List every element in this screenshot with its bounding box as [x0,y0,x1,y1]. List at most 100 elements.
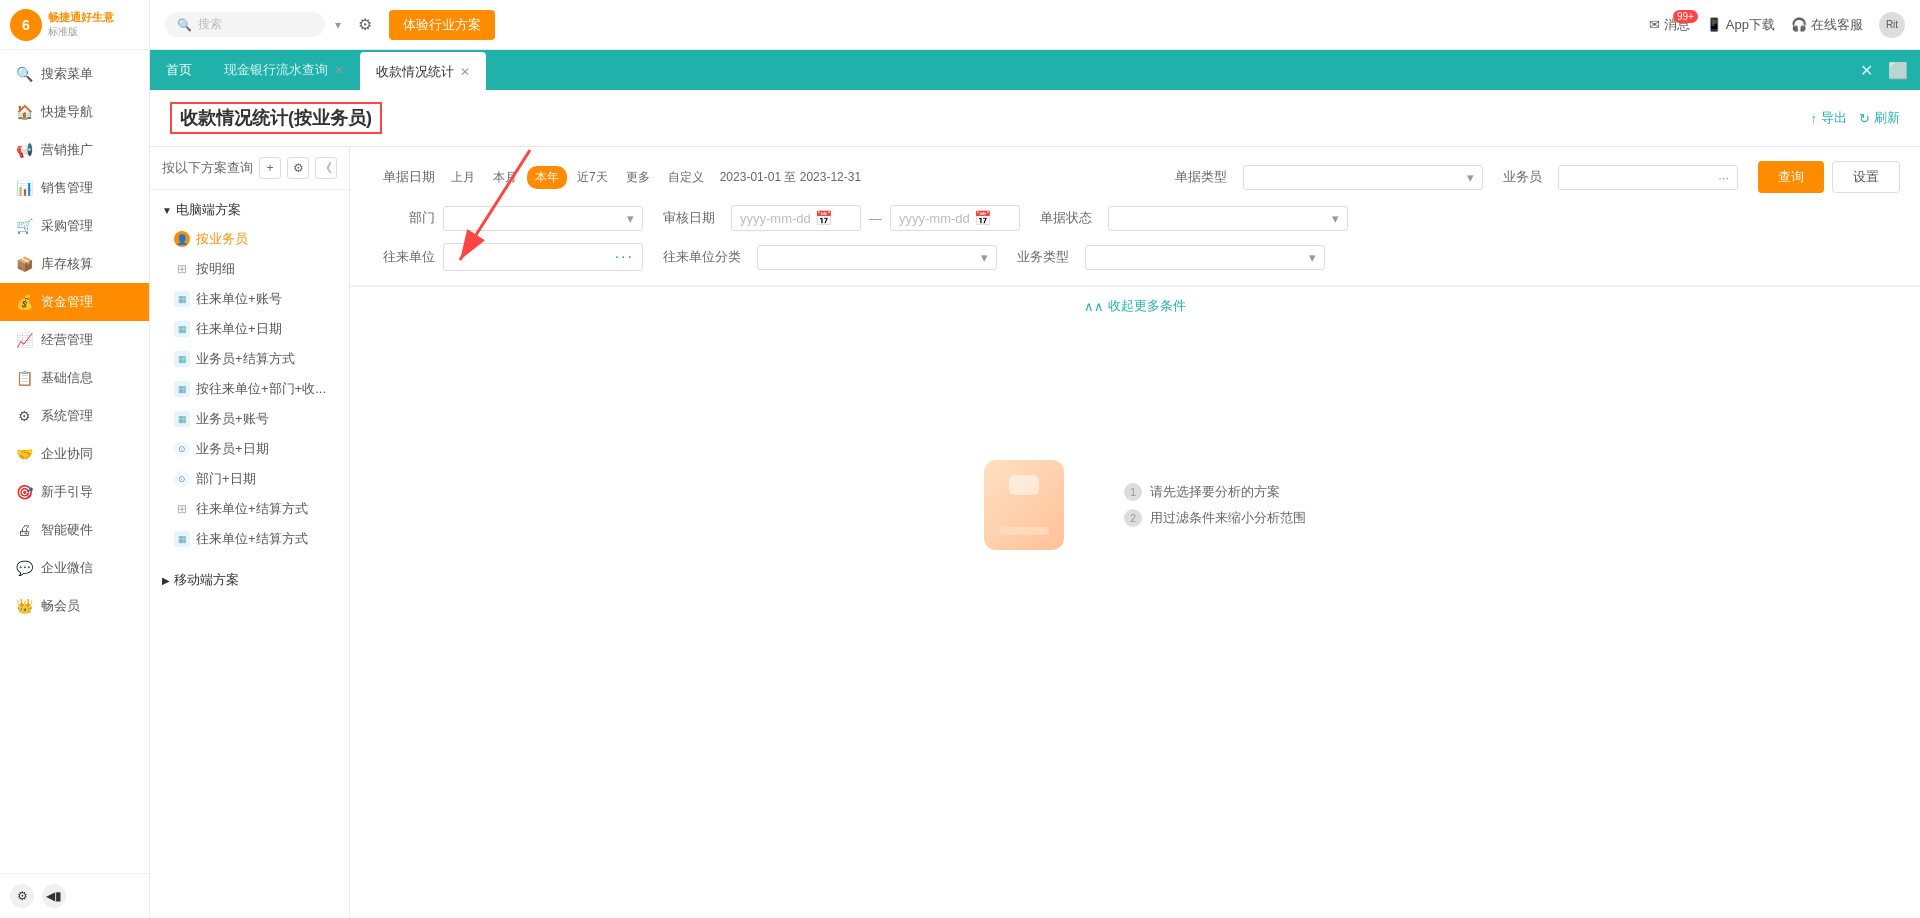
tab-home[interactable]: 首页 [150,50,208,90]
grid-icon: ⊞ [174,261,190,277]
sidebar-item-enterprise[interactable]: 🤝 企业协同 [0,435,149,473]
counterpart-category-select[interactable]: ▾ [757,245,997,270]
topbar-search[interactable]: 🔍 搜索 [165,12,325,37]
sidebar-item-finance[interactable]: 💰 资金管理 [0,283,149,321]
scheme-item-counterpart-payment1[interactable]: ⊞ 往来单位+结算方式 [150,494,349,524]
app-download-button[interactable]: 📱 App下载 [1706,16,1775,34]
table-icon-1: ▦ [174,291,190,307]
tab-receipt[interactable]: 收款情况统计 ✕ [360,52,486,92]
date-tab-7days[interactable]: 近7天 [569,166,616,189]
collapse-sidebar-icon[interactable]: ◀▮ [42,884,66,908]
tab-close-receipt[interactable]: ✕ [460,65,470,79]
filter-area: 单据日期 上月 本月 本年 近7天 更多 自定义 2023-01-01 至 20… [350,147,1920,286]
topbar: 🔍 搜索 ▾ ⚙ 体验行业方案 ✉ 消息 99+ 📱 App下载 🎧 在线客服 [150,0,1920,50]
date-filter: 单据日期 上月 本月 本年 近7天 更多 自定义 2023-01-01 至 20… [370,166,861,189]
review-date-start-input[interactable]: yyyy-mm-dd 📅 [731,205,861,231]
wechat-icon: 💬 [15,559,33,577]
voucher-type-select[interactable]: ▾ [1243,165,1483,190]
sidebar-item-newbie[interactable]: 🎯 新手引导 [0,473,149,511]
refresh-button[interactable]: ↻ 刷新 [1859,109,1900,127]
avatar: Rit [1879,12,1905,38]
counterpart-select[interactable]: ··· [443,243,643,271]
scheme-item-counterpart-payment2[interactable]: ▦ 往来单位+结算方式 [150,524,349,554]
empty-tips: 1 请先选择要分析的方案 2 用过滤条件来缩小分析范围 [1124,483,1306,527]
online-service-button[interactable]: 🎧 在线客服 [1791,16,1863,34]
sidebar-item-inventory[interactable]: 📦 库存核算 [0,245,149,283]
collapse-bar[interactable]: ∧∧ 收起更多条件 [350,286,1920,325]
empty-state: 1 请先选择要分析的方案 2 用过滤条件来缩小分析范围 [350,325,1920,685]
salesperson-select[interactable]: ··· [1558,165,1738,190]
trial-button[interactable]: 体验行业方案 [389,10,495,40]
date-tab-more[interactable]: 更多 [618,166,658,189]
sidebar-bottom: ⚙ ◀▮ [0,873,149,918]
review-date-end-input[interactable]: yyyy-mm-dd 📅 [890,205,1020,231]
panel-header-icons: + ⚙ 《 [259,157,337,179]
newbie-icon: 🎯 [15,483,33,501]
sidebar-item-member[interactable]: 👑 畅会员 [0,587,149,625]
collapse-panel-button[interactable]: 《 [315,157,337,179]
scheme-item-salesperson-account[interactable]: ▦ 业务员+账号 [150,404,349,434]
counterpart-category-filter: 往来单位分类 ▾ [663,245,997,270]
scheme-item-counterpart-date[interactable]: ▦ 往来单位+日期 [150,314,349,344]
scheme-item-detail[interactable]: ⊞ 按明细 [150,254,349,284]
sidebar-nav: 🔍 搜索菜单 🏠 快捷导航 📢 营销推广 📊 销售管理 🛒 采购管理 📦 库存核… [0,50,149,873]
scheme-item-salesperson[interactable]: 👤 按业务员 [150,224,349,254]
chevron-down-icon-4: ▾ [1332,211,1339,226]
setting-button[interactable]: 设置 [1832,161,1900,193]
hardware-icon: 🖨 [15,521,33,539]
scheme-settings-button[interactable]: ⚙ [287,157,309,179]
scheme-item-dept-date[interactable]: ⊙ 部门+日期 [150,464,349,494]
sidebar-item-purchase[interactable]: 🛒 采购管理 [0,207,149,245]
sidebar-item-search[interactable]: 🔍 搜索菜单 [0,55,149,93]
topbar-dropdown[interactable]: ▾ [335,18,341,32]
action-buttons: 查询 设置 [1758,161,1900,193]
add-scheme-button[interactable]: + [259,157,281,179]
scheme-item-salesperson-payment[interactable]: ▦ 业务员+结算方式 [150,344,349,374]
user-profile[interactable]: Rit [1879,12,1905,38]
table-icon-4: ▦ [174,411,190,427]
calendar-icon-1: 📅 [815,210,832,226]
dots-icon[interactable]: ··· [615,248,634,266]
scheme-group-mobile-title[interactable]: ▶ 移动端方案 [150,566,349,594]
scheme-item-counterpart-dept[interactable]: ▦ 按往来单位+部门+收... [150,374,349,404]
page-title: 收款情况统计(按业务员) [170,102,382,134]
dept-select[interactable]: ▾ [443,206,643,231]
main-wrapper: 🔍 搜索 ▾ ⚙ 体验行业方案 ✉ 消息 99+ 📱 App下载 🎧 在线客服 [150,0,1920,918]
sidebar-item-system[interactable]: ⚙ 系统管理 [0,397,149,435]
date-tab-last-month[interactable]: 上月 [443,166,483,189]
scheme-item-salesperson-date[interactable]: ⊙ 业务员+日期 [150,434,349,464]
sidebar-item-sales[interactable]: 📊 销售管理 [0,169,149,207]
close-window-icon[interactable]: ✕ [1854,58,1878,82]
sidebar-item-quicknav[interactable]: 🏠 快捷导航 [0,93,149,131]
date-tab-this-month[interactable]: 本月 [485,166,525,189]
tab-bank[interactable]: 现金银行流水查询 ✕ [208,50,360,90]
chevron-down-icon-3: ▾ [627,211,634,226]
message-button[interactable]: ✉ 消息 99+ [1649,16,1690,34]
scheme-item-counterpart-account[interactable]: ▦ 往来单位+账号 [150,284,349,314]
sidebar-item-basic[interactable]: 📋 基础信息 [0,359,149,397]
maximize-icon[interactable]: ⬜ [1886,58,1910,82]
scheme-group-desktop-title[interactable]: ▼ 电脑端方案 [150,196,349,224]
sidebar-item-wechat[interactable]: 💬 企业微信 [0,549,149,587]
logo-text: 畅捷通好生意 标准版 [48,10,114,39]
gear-icon[interactable]: ⚙ [351,11,379,39]
voucher-status-select[interactable]: ▾ [1108,206,1348,231]
date-tab-this-year[interactable]: 本年 [527,166,567,189]
sidebar-item-operation[interactable]: 📈 经营管理 [0,321,149,359]
basic-icon: 📋 [15,369,33,387]
settings-bottom-icon[interactable]: ⚙ [10,884,34,908]
salesperson-filter: 业务员 ··· [1503,165,1738,190]
filter-row-2: 部门 ▾ 审核日期 yyyy-mm-dd 📅 — [370,205,1900,231]
content-body: 按以下方案查询 + ⚙ 《 ▼ 电脑端方案 👤 按业务员 [150,147,1920,918]
counterpart-filter: 往来单位 ··· [370,243,643,271]
empty-robot-illustration [964,445,1084,565]
tab-close-bank[interactable]: ✕ [334,63,344,77]
sidebar-item-marketing[interactable]: 📢 营销推广 [0,131,149,169]
sidebar-item-hardware[interactable]: 🖨 智能硬件 [0,511,149,549]
query-button[interactable]: 查询 [1758,161,1824,193]
business-type-select[interactable]: ▾ [1085,245,1325,270]
chevron-down-icon: ▾ [1467,170,1474,185]
scheme-group-mobile: ▶ 移动端方案 [150,560,349,600]
export-button[interactable]: ↑ 导出 [1811,109,1848,127]
date-tab-custom[interactable]: 自定义 [660,166,712,189]
